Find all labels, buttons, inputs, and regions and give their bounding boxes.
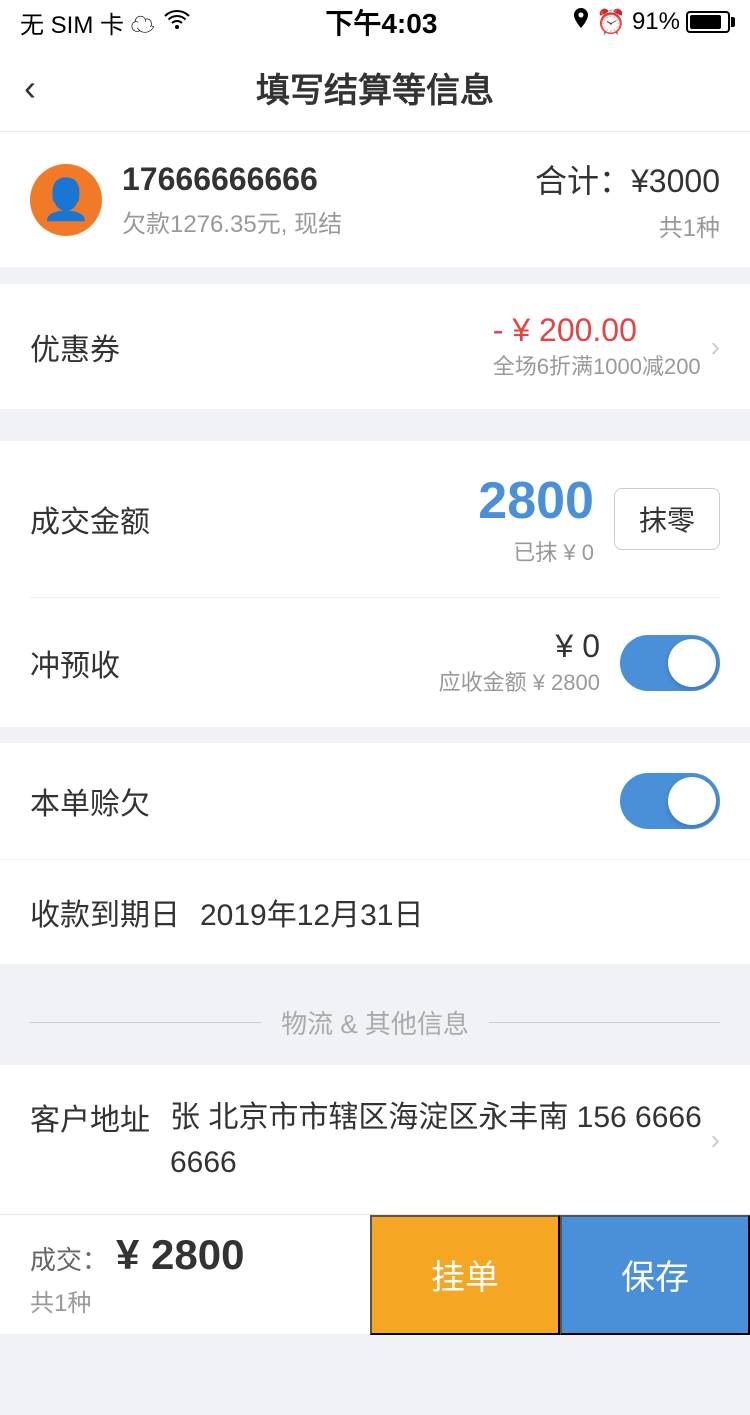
debt-toggle[interactable] <box>620 773 720 829</box>
customer-left: 👤 17666666666 欠款1276.35元, 现结 <box>30 161 342 239</box>
address-chevron-icon: › <box>711 1124 720 1156</box>
coupon-label: 优惠券 <box>30 325 120 369</box>
avatar-icon: 👤 <box>41 176 91 223</box>
battery-percent: 91% <box>632 8 680 36</box>
battery-icon <box>686 11 730 33</box>
deal-amount-value: 2800 <box>478 471 594 531</box>
logistics-label: 物流 & 其他信息 <box>281 1004 469 1041</box>
nav-bar: ‹ 填写结算等信息 <box>0 44 750 132</box>
deal-amount-values: 2800 已抹 ¥ 0 <box>478 471 594 567</box>
footer-amount: ¥ 2800 <box>116 1231 244 1279</box>
deal-amount-row: 成交金额 2800 已抹 ¥ 0 抹零 <box>30 441 720 598</box>
date-row: 收款到期日 2019年12月31日 <box>0 859 750 964</box>
logistics-line-left <box>30 1022 261 1023</box>
round-button[interactable]: 抹零 <box>614 488 720 550</box>
charge-label: 冲预收 <box>30 641 120 685</box>
footer: 成交： ¥ 2800 共1种 挂单 保存 <box>0 1214 750 1334</box>
deal-amount-sub: 已抹 ¥ 0 <box>478 535 594 567</box>
footer-info: 成交： ¥ 2800 共1种 <box>0 1231 370 1318</box>
hang-button[interactable]: 挂单 <box>370 1215 560 1335</box>
section-divider-1 <box>0 425 750 441</box>
status-time: 下午4:03 <box>325 2 437 42</box>
amount-section: 成交金额 2800 已抹 ¥ 0 抹零 冲预收 ¥ 0 应收金额 ¥ 2800 <box>0 441 750 727</box>
alarm-icon: ⏰ <box>596 8 626 37</box>
debt-section: 本单赊欠 收款到期日 2019年12月31日 <box>0 743 750 964</box>
total-count: 共1种 <box>535 208 720 243</box>
date-label: 收款到期日 <box>30 890 180 934</box>
logistics-divider: 物流 & 其他信息 <box>0 980 750 1065</box>
footer-deal-row: 成交： ¥ 2800 <box>30 1231 340 1279</box>
toggle-knob <box>668 639 716 687</box>
date-value: 2019年12月31日 <box>200 890 423 934</box>
sim-label: 无 SIM 卡 ☁ <box>20 5 155 40</box>
charge-value: ¥ 0 <box>439 628 600 665</box>
total-amount: 合计：¥3000 <box>535 156 720 202</box>
customer-right: 合计：¥3000 共1种 <box>535 156 720 243</box>
debt-toggle-knob <box>668 777 716 825</box>
deal-amount-right: 2800 已抹 ¥ 0 抹零 <box>478 471 720 567</box>
avatar: 👤 <box>30 164 102 236</box>
charge-toggle[interactable] <box>620 635 720 691</box>
coupon-right: - ¥ 200.00 全场6折满1000减200 › <box>493 312 720 381</box>
charge-right: ¥ 0 应收金额 ¥ 2800 <box>439 628 720 697</box>
address-section[interactable]: 客户地址 张 北京市市辖区海淀区永丰南 156 6666 6666 › <box>0 1065 750 1215</box>
address-value: 张 北京市市辖区海淀区永丰南 156 6666 6666 <box>170 1095 711 1185</box>
wifi-icon <box>163 8 191 36</box>
footer-count: 共1种 <box>30 1283 340 1318</box>
logistics-line-right <box>489 1022 720 1023</box>
charge-sub: 应收金额 ¥ 2800 <box>439 665 600 697</box>
status-right: ⏰ 91% <box>572 8 730 37</box>
debt-row: 本单赊欠 <box>0 743 750 859</box>
coupon-row[interactable]: 优惠券 - ¥ 200.00 全场6折满1000减200 › <box>0 283 750 409</box>
status-bar: 无 SIM 卡 ☁ 下午4:03 ⏰ 91% <box>0 0 750 44</box>
footer-deal-label: 成交： <box>30 1240 108 1277</box>
location-icon <box>572 8 590 37</box>
coupon-chevron-icon: › <box>711 331 720 363</box>
back-button[interactable]: ‹ <box>24 67 36 109</box>
debt-label: 本单赊欠 <box>30 779 150 823</box>
page-title: 填写结算等信息 <box>256 63 494 112</box>
address-label: 客户地址 <box>30 1095 150 1139</box>
status-left: 无 SIM 卡 ☁ <box>20 5 191 40</box>
section-divider-2 <box>0 727 750 743</box>
deal-amount-label: 成交金额 <box>30 497 150 541</box>
save-button[interactable]: 保存 <box>560 1215 750 1335</box>
customer-info: 👤 17666666666 欠款1276.35元, 现结 合计：¥3000 共1… <box>0 132 750 267</box>
coupon-discount: - ¥ 200.00 <box>493 312 701 349</box>
coupon-desc: 全场6折满1000减200 <box>493 349 701 381</box>
customer-phone: 17666666666 <box>122 161 342 198</box>
charge-values: ¥ 0 应收金额 ¥ 2800 <box>439 628 600 697</box>
customer-details: 17666666666 欠款1276.35元, 现结 <box>122 161 342 239</box>
customer-debt: 欠款1276.35元, 现结 <box>122 204 342 239</box>
charge-row: 冲预收 ¥ 0 应收金额 ¥ 2800 <box>30 598 720 727</box>
